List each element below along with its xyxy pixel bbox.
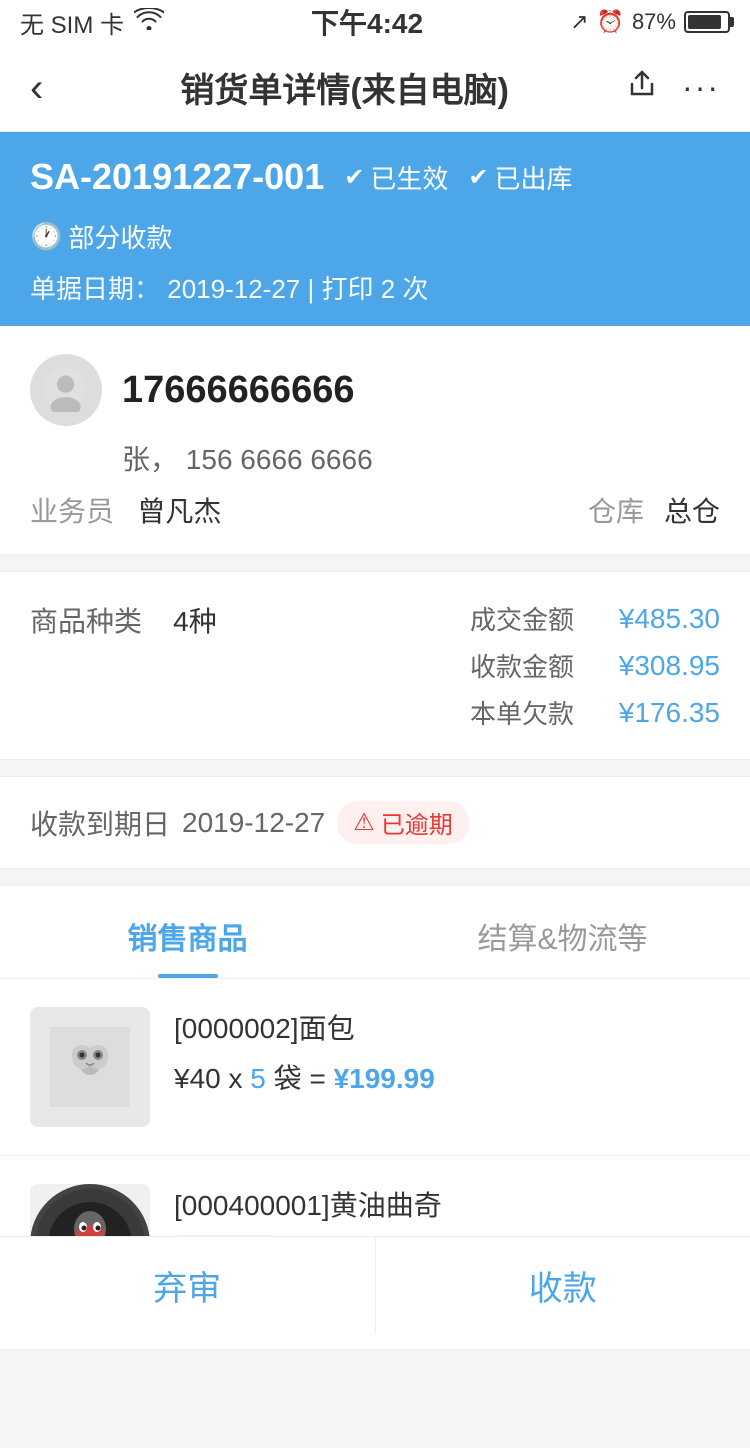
warehouse-row: 仓库 总仓: [588, 490, 720, 530]
alarm-icon: ⏰: [597, 9, 624, 35]
wifi-icon: [134, 8, 164, 37]
received-amount: 收款金额 ¥308.95: [470, 647, 720, 684]
due-section: 收款到期日 2019-12-27 ⚠ 已逾期: [0, 776, 750, 869]
overdue-badge: ⚠ 已逾期: [337, 801, 469, 844]
product-name-1: [0000002]面包: [174, 1007, 720, 1047]
tabs-row: 销售商品 结算&物流等: [0, 886, 750, 979]
back-button[interactable]: ‹: [30, 68, 43, 108]
salesman-row: 业务员 曾凡杰: [30, 490, 221, 530]
check-icon-2: ✔: [468, 163, 488, 192]
order-id-row: SA-20191227-001 ✔ 已生效 ✔ 已出库 🕐 部分收款: [30, 156, 720, 255]
clock-icon: 🕐: [30, 221, 62, 252]
status-right: ↗ ⏰ 87%: [570, 9, 730, 35]
stats-right: 成交金额 ¥485.30 收款金额 ¥308.95 本单欠款 ¥176.35: [470, 600, 720, 731]
nav-actions: ···: [626, 68, 720, 108]
cancel-button[interactable]: 弃审: [0, 1237, 376, 1334]
order-meta: 单据日期： 2019-12-27 | 打印 2 次: [30, 269, 720, 306]
status-bar: 无 SIM 卡 下午4:42 ↗ ⏰ 87%: [0, 0, 750, 44]
stats-row: 商品种类 4种 成交金额 ¥485.30 收款金额 ¥308.95 本单欠款 ¥…: [30, 600, 720, 731]
status-shipped: ✔ 已出库: [468, 159, 572, 196]
deal-amount: 成交金额 ¥485.30: [470, 600, 720, 637]
battery-fill: [688, 15, 721, 29]
product-item: [0000002]面包 ¥40 x 5 袋 = ¥199.99: [0, 979, 750, 1156]
carrier-label: 无 SIM 卡: [20, 5, 124, 40]
tabs-section: 销售商品 结算&物流等: [0, 885, 750, 979]
product-thumbnail-1: [30, 1007, 150, 1127]
customer-id-row: 17666666666: [30, 354, 720, 426]
customer-name: 17666666666: [122, 369, 354, 412]
battery-indicator: [684, 11, 730, 33]
tab-settlement[interactable]: 结算&物流等: [375, 886, 750, 978]
customer-section: 17666666666 张， 156 6666 6666 业务员 曾凡杰 仓库 …: [0, 326, 750, 555]
more-icon[interactable]: ···: [682, 69, 720, 106]
bottom-bar: 弃审 收款: [0, 1236, 750, 1334]
share-icon[interactable]: [626, 68, 658, 108]
status-partial: 🕐 部分收款: [30, 218, 172, 255]
nav-bar: ‹ 销货单详情(来自电脑) ···: [0, 44, 750, 132]
spacer: [0, 1350, 750, 1448]
stats-left: 商品种类 4种: [30, 600, 217, 640]
warning-icon: ⚠: [353, 808, 375, 837]
check-icon-1: ✔: [344, 163, 364, 192]
time-display: 下午4:42: [311, 2, 423, 42]
status-left: 无 SIM 卡: [20, 5, 164, 40]
stats-section: 商品种类 4种 成交金额 ¥485.30 收款金额 ¥308.95 本单欠款 ¥…: [0, 571, 750, 760]
product-info-1: [0000002]面包 ¥40 x 5 袋 = ¥199.99: [174, 1007, 720, 1097]
order-header: SA-20191227-001 ✔ 已生效 ✔ 已出库 🕐 部分收款 单据日期：…: [0, 132, 750, 326]
debt-amount: 本单欠款 ¥176.35: [470, 694, 720, 731]
page-title: 销货单详情(来自电脑): [63, 63, 626, 112]
tab-sales-products[interactable]: 销售商品: [0, 886, 375, 978]
product-name-2: [000400001]黄油曲奇: [174, 1184, 720, 1224]
confirm-button[interactable]: 收款: [376, 1237, 750, 1334]
battery-percent: 87%: [632, 9, 676, 35]
location-icon: ↗: [570, 9, 588, 35]
thumb-placeholder: [30, 1007, 150, 1127]
status-effective: ✔ 已生效: [344, 159, 448, 196]
customer-info-row: 业务员 曾凡杰 仓库 总仓: [30, 490, 720, 530]
customer-contact: 张， 156 6666 6666: [122, 438, 720, 478]
product-price-1: ¥40 x 5 袋 = ¥199.99: [174, 1057, 720, 1097]
order-id-text: SA-20191227-001: [30, 156, 324, 198]
avatar: [30, 354, 102, 426]
